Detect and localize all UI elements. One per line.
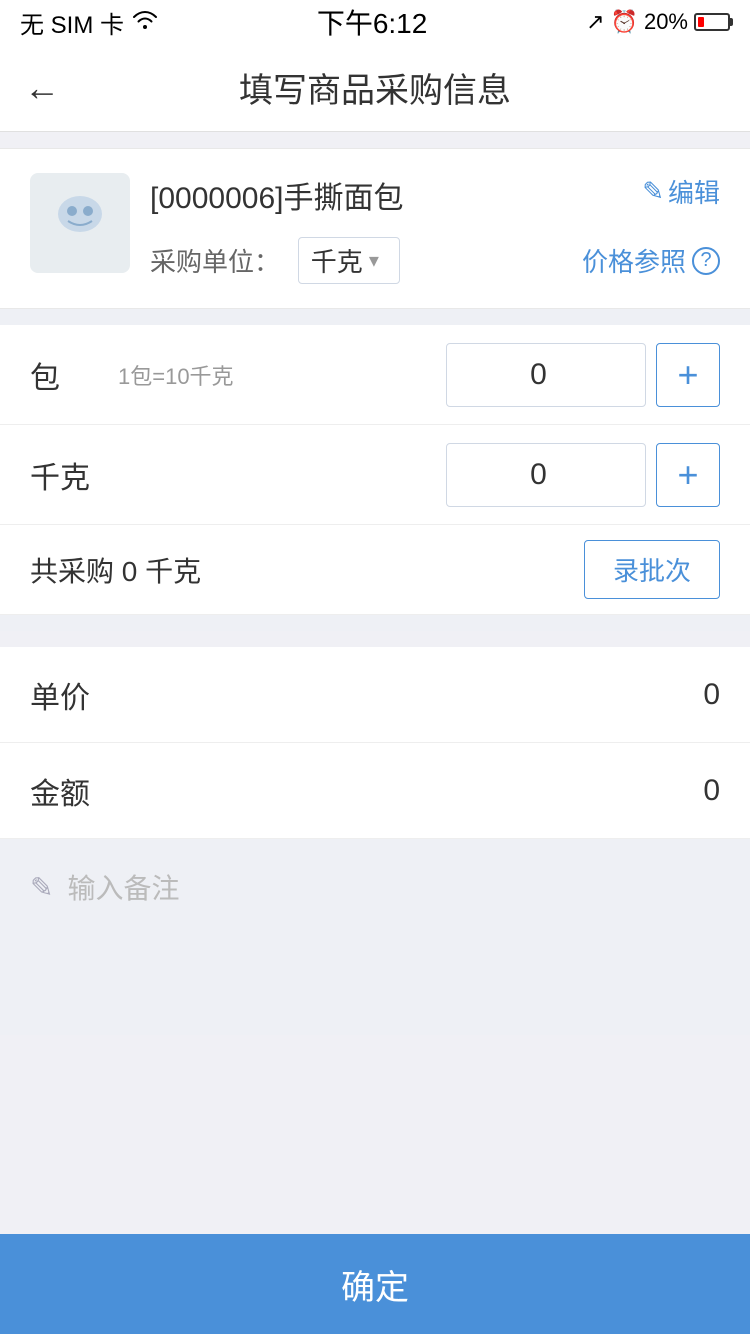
edit-button[interactable]: ✎ 编辑 [642,173,720,210]
summary-row: 共采购 0 千克 录批次 [0,525,750,615]
batch-button[interactable]: 录批次 [584,540,720,599]
input-section: 包 1包=10千克 + 千克 + 共采购 0 千克 录批次 [0,325,750,615]
unit-price-row: 单价 0 [0,647,750,743]
battery-percent: 20% [644,9,688,35]
edit-icon: ✎ [642,176,664,207]
amount-row: 金额 0 [0,743,750,839]
spacer [0,935,750,1035]
product-card: [0000006]手撕面包 ✎ 编辑 采购单位： 千克 价格参照 ? [0,148,750,309]
product-name-row: [0000006]手撕面包 ✎ 编辑 [150,173,720,217]
product-info: [0000006]手撕面包 ✎ 编辑 采购单位： 千克 价格参照 ? [150,173,720,284]
bao-input[interactable] [446,343,646,407]
product-image [30,173,130,273]
sim-status: 无 SIM 卡 [20,5,124,40]
kg-input-control: + [446,443,720,507]
kg-input[interactable] [446,443,646,507]
status-bar-left: 无 SIM 卡 [20,5,158,40]
confirm-button[interactable]: 确定 [0,1234,750,1334]
divider-2 [0,615,750,631]
unit-price-value: 0 [703,678,720,712]
price-section: 单价 0 金额 0 [0,647,750,839]
kg-label: 千克 [30,453,110,497]
nav-bar: ← 填写商品采购信息 [0,44,750,132]
note-section[interactable]: ✎ 输入备注 [0,839,750,935]
battery-icon [694,13,730,31]
summary-text: 共采购 0 千克 [30,550,584,590]
product-name: [0000006]手撕面包 [150,173,403,217]
unit-select[interactable]: 千克 [298,237,400,284]
bao-input-row: 包 1包=10千克 + [0,325,750,425]
unit-label: 采购单位： [150,247,280,277]
wifi-icon [132,8,158,36]
note-placeholder: 输入备注 [67,867,179,907]
status-time: 下午6:12 [317,2,428,42]
status-bar-right: ↗ ⏰ 20% [586,9,730,35]
kg-plus-button[interactable]: + [656,443,720,507]
bao-input-control: + [446,343,720,407]
amount-label: 金额 [30,769,90,813]
amount-value: 0 [703,774,720,808]
pencil-icon: ✎ [30,871,53,904]
location-icon: ↗ [586,9,604,35]
divider-1 [0,309,750,325]
back-button[interactable]: ← [24,67,60,109]
bao-sublabel: 1包=10千克 [118,359,446,391]
alarm-icon: ⏰ [611,9,638,35]
unit-price-label: 单价 [30,673,90,717]
help-icon: ? [692,247,720,275]
product-unit-row: 采购单位： 千克 价格参照 ? [150,237,720,284]
bao-plus-button[interactable]: + [656,343,720,407]
bao-label: 包 [30,353,110,397]
status-bar: 无 SIM 卡 下午6:12 ↗ ⏰ 20% [0,0,750,44]
price-ref-button[interactable]: 价格参照 ? [582,242,720,279]
unit-selector-group: 采购单位： 千克 [150,237,400,284]
page-title: 填写商品采购信息 [239,63,511,112]
product-logo [50,189,110,257]
kg-input-row: 千克 + [0,425,750,525]
